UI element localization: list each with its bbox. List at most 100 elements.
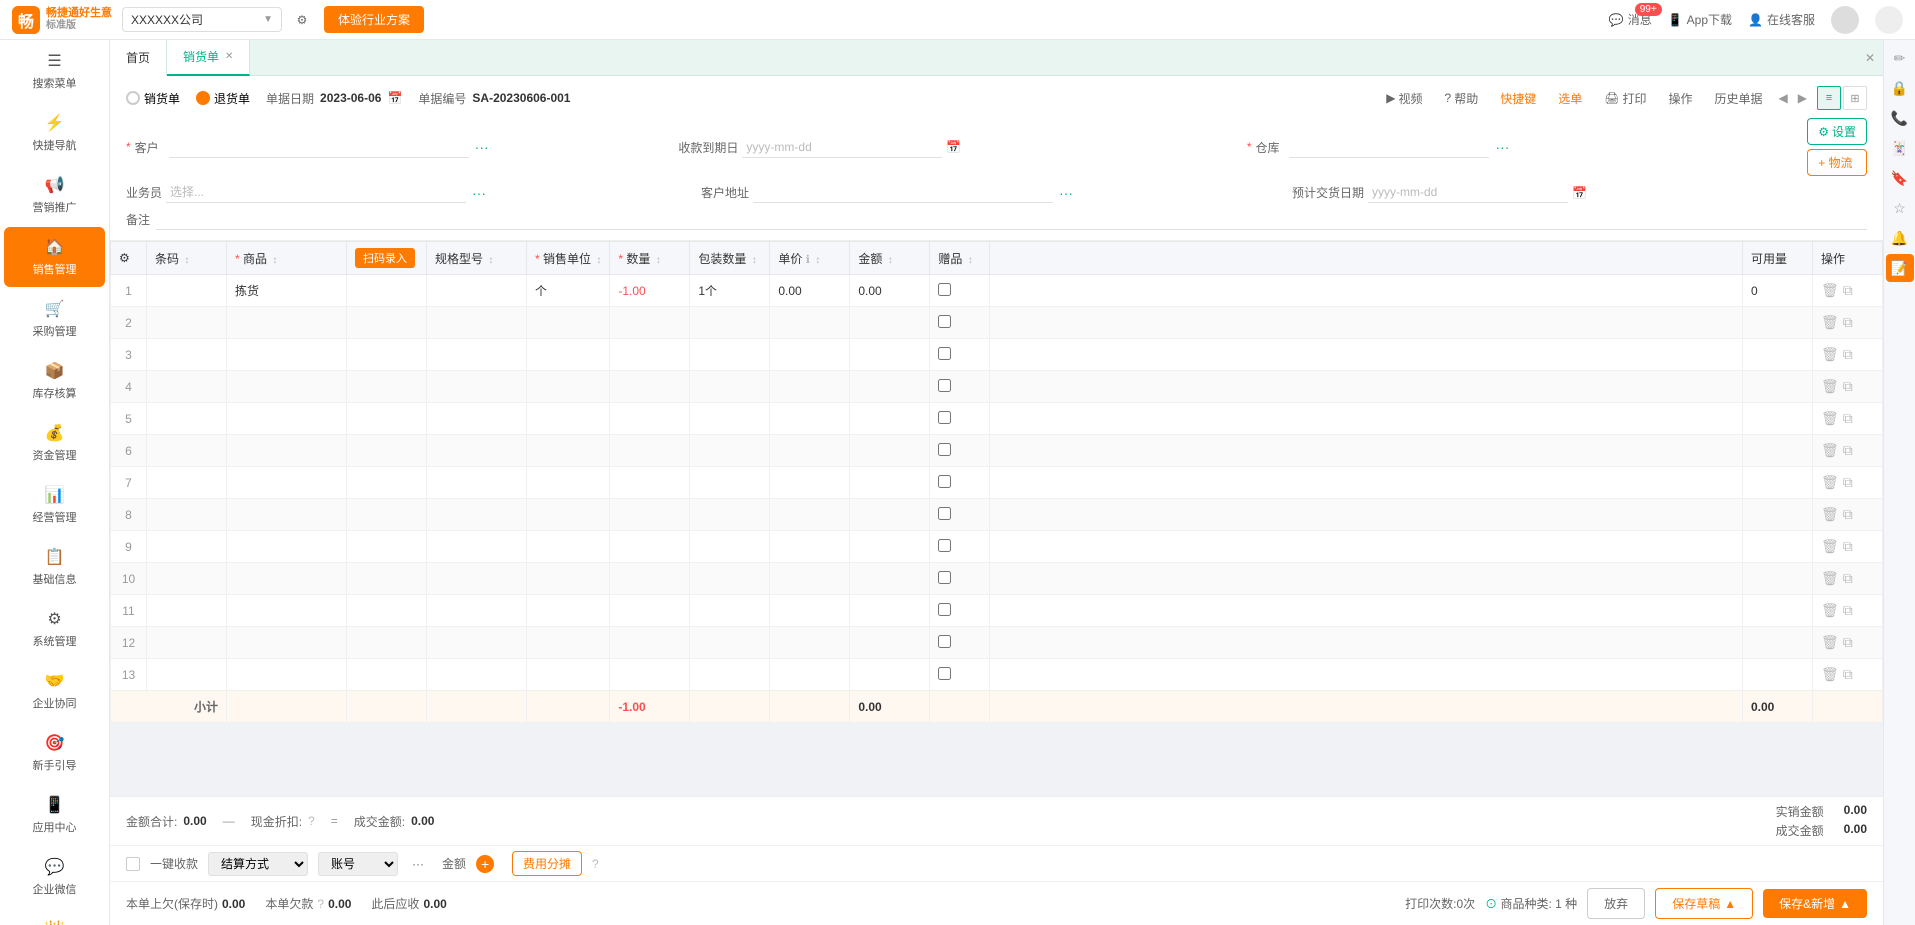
row-copy-btn[interactable]: ⧉ (1843, 666, 1853, 683)
table-scroll[interactable]: ⚙ 条码 ↕ * 商品 ↕ 扫码录入 规格型号 ↕ * 销售单位 ↕ * 数量 … (110, 241, 1883, 796)
table-row-barcode[interactable] (147, 563, 227, 595)
table-row-barcode[interactable] (147, 595, 227, 627)
payment-date-icon[interactable]: 📅 (946, 140, 961, 154)
table-row-qty[interactable] (610, 467, 690, 499)
expense-btn[interactable]: 费用分摊 (512, 851, 582, 876)
row-copy-btn[interactable]: ⧉ (1843, 538, 1853, 555)
expense-help-icon[interactable]: ? (592, 857, 599, 871)
delivery-date-icon[interactable]: 📅 (1572, 186, 1587, 200)
customer-select-btn[interactable]: ··· (475, 139, 489, 155)
sidebar-item-search[interactable]: ☰ 搜索菜单 (4, 41, 105, 101)
table-row-qty[interactable]: -1.00 (610, 275, 690, 307)
table-row-qty[interactable] (610, 435, 690, 467)
video-btn[interactable]: ▶ 视频 (1380, 88, 1428, 109)
table-row-price[interactable] (770, 595, 850, 627)
table-row-price[interactable] (770, 403, 850, 435)
th-settings[interactable]: ⚙ (111, 242, 147, 275)
row-delete-btn[interactable]: 🗑 (1821, 634, 1839, 651)
table-row-qty[interactable] (610, 499, 690, 531)
table-row-price[interactable]: 0.00 (770, 275, 850, 307)
row-delete-btn[interactable]: 🗑 (1821, 314, 1839, 331)
scan-btn[interactable]: 扫码录入 (355, 248, 415, 268)
sidebar-item-wechat[interactable]: 💬 企业微信 (4, 847, 105, 907)
table-row-gift[interactable] (930, 499, 990, 531)
radio-return[interactable]: 退货单 (196, 90, 250, 107)
customer-addr-input[interactable] (753, 182, 1053, 203)
row-copy-btn[interactable]: ⧉ (1843, 474, 1853, 491)
table-row-gift[interactable] (930, 371, 990, 403)
table-row-gift[interactable] (930, 467, 990, 499)
sidebar-item-guide[interactable]: 🎯 新手引导 (4, 723, 105, 783)
table-row-spec[interactable] (427, 659, 527, 691)
table-row-spec[interactable] (427, 435, 527, 467)
sidebar-item-purchase[interactable]: 🛒 采购管理 (4, 289, 105, 349)
row-copy-btn[interactable]: ⧉ (1843, 634, 1853, 651)
history-btn[interactable]: 历史单据 (1709, 88, 1769, 109)
help-btn[interactable]: ? 帮助 (1439, 88, 1485, 109)
this-order-debt-help[interactable]: ? (317, 897, 324, 911)
row-delete-btn[interactable]: 🗑 (1821, 570, 1839, 587)
table-row-gift[interactable] (930, 659, 990, 691)
row-delete-btn[interactable]: 🗑 (1821, 282, 1839, 299)
table-row-gift[interactable] (930, 307, 990, 339)
table-row-spec[interactable] (427, 467, 527, 499)
row-delete-btn[interactable]: 🗑 (1821, 474, 1839, 491)
table-row-price[interactable] (770, 467, 850, 499)
table-row-price[interactable] (770, 371, 850, 403)
table-row-barcode[interactable] (147, 531, 227, 563)
row-copy-btn[interactable]: ⧉ (1843, 282, 1853, 299)
row-copy-btn[interactable]: ⧉ (1843, 378, 1853, 395)
table-row-spec[interactable] (427, 531, 527, 563)
rs-phone-btn[interactable]: 📞 (1886, 104, 1914, 132)
radio-sales[interactable]: 销货单 (126, 90, 180, 107)
table-row-price[interactable] (770, 307, 850, 339)
grid-view-btn[interactable]: ⊞ (1843, 86, 1867, 110)
table-row-spec[interactable] (427, 371, 527, 403)
table-row-gift[interactable] (930, 435, 990, 467)
table-row-barcode[interactable] (147, 371, 227, 403)
row-copy-btn[interactable]: ⧉ (1843, 442, 1853, 459)
sidebar-item-member[interactable]: 👑 畅会员 (4, 909, 105, 925)
table-row-barcode[interactable] (147, 627, 227, 659)
rs-star-btn[interactable]: ☆ (1886, 194, 1914, 222)
calc-method-select[interactable]: 结算方式 (208, 852, 308, 876)
sidebar-item-inventory[interactable]: 📦 库存核算 (4, 351, 105, 411)
product-type-icon[interactable]: ⊙ (1485, 897, 1497, 911)
print-btn[interactable]: 🖨 打印 (1598, 88, 1652, 109)
row-copy-btn[interactable]: ⧉ (1843, 314, 1853, 331)
table-row-barcode[interactable] (147, 499, 227, 531)
table-row-price[interactable] (770, 563, 850, 595)
shortcut-btn[interactable]: 快捷键 (1494, 88, 1542, 109)
list-view-btn[interactable]: ≡ (1817, 86, 1841, 110)
rs-alert-btn[interactable]: 🔔 (1886, 224, 1914, 252)
table-row-price[interactable] (770, 627, 850, 659)
table-row-gift[interactable] (930, 531, 990, 563)
discard-btn[interactable]: 放弃 (1587, 888, 1645, 919)
row-copy-btn[interactable]: ⧉ (1843, 570, 1853, 587)
table-row-qty[interactable] (610, 339, 690, 371)
table-row-qty[interactable] (610, 595, 690, 627)
rs-card-btn[interactable]: 🃏 (1886, 134, 1914, 162)
table-row-gift[interactable] (930, 563, 990, 595)
delivery-date-input[interactable] (1368, 182, 1568, 203)
table-row-spec[interactable] (427, 595, 527, 627)
rs-bookmark-btn[interactable]: 🔖 (1886, 164, 1914, 192)
table-row-qty[interactable] (610, 659, 690, 691)
sidebar-item-quick-nav[interactable]: ⚡ 快捷导航 (4, 103, 105, 163)
customer-input[interactable] (169, 137, 469, 158)
rs-action-btn[interactable]: 📝 (1886, 254, 1914, 282)
next-icon[interactable]: ▶ (1798, 91, 1807, 105)
table-row-price[interactable] (770, 339, 850, 371)
tab-home[interactable]: 首页 (110, 40, 167, 76)
select-btn[interactable]: 选单 (1552, 88, 1588, 109)
app-download-btn[interactable]: 📱 App下载 (1668, 11, 1732, 28)
sidebar-item-enterprise[interactable]: 🤝 企业协同 (4, 661, 105, 721)
warehouse-input[interactable]: 建材仓 (1289, 137, 1489, 158)
table-row-qty[interactable] (610, 627, 690, 659)
online-service-btn[interactable]: 👤 在线客服 (1748, 11, 1815, 28)
one-click-pay-checkbox[interactable] (126, 857, 140, 871)
save-new-btn[interactable]: 保存&新增 ▲ (1763, 889, 1867, 918)
logistics-btn[interactable]: + 物流 (1807, 149, 1867, 176)
row-delete-btn[interactable]: 🗑 (1821, 442, 1839, 459)
calendar-icon[interactable]: 📅 (387, 91, 402, 105)
